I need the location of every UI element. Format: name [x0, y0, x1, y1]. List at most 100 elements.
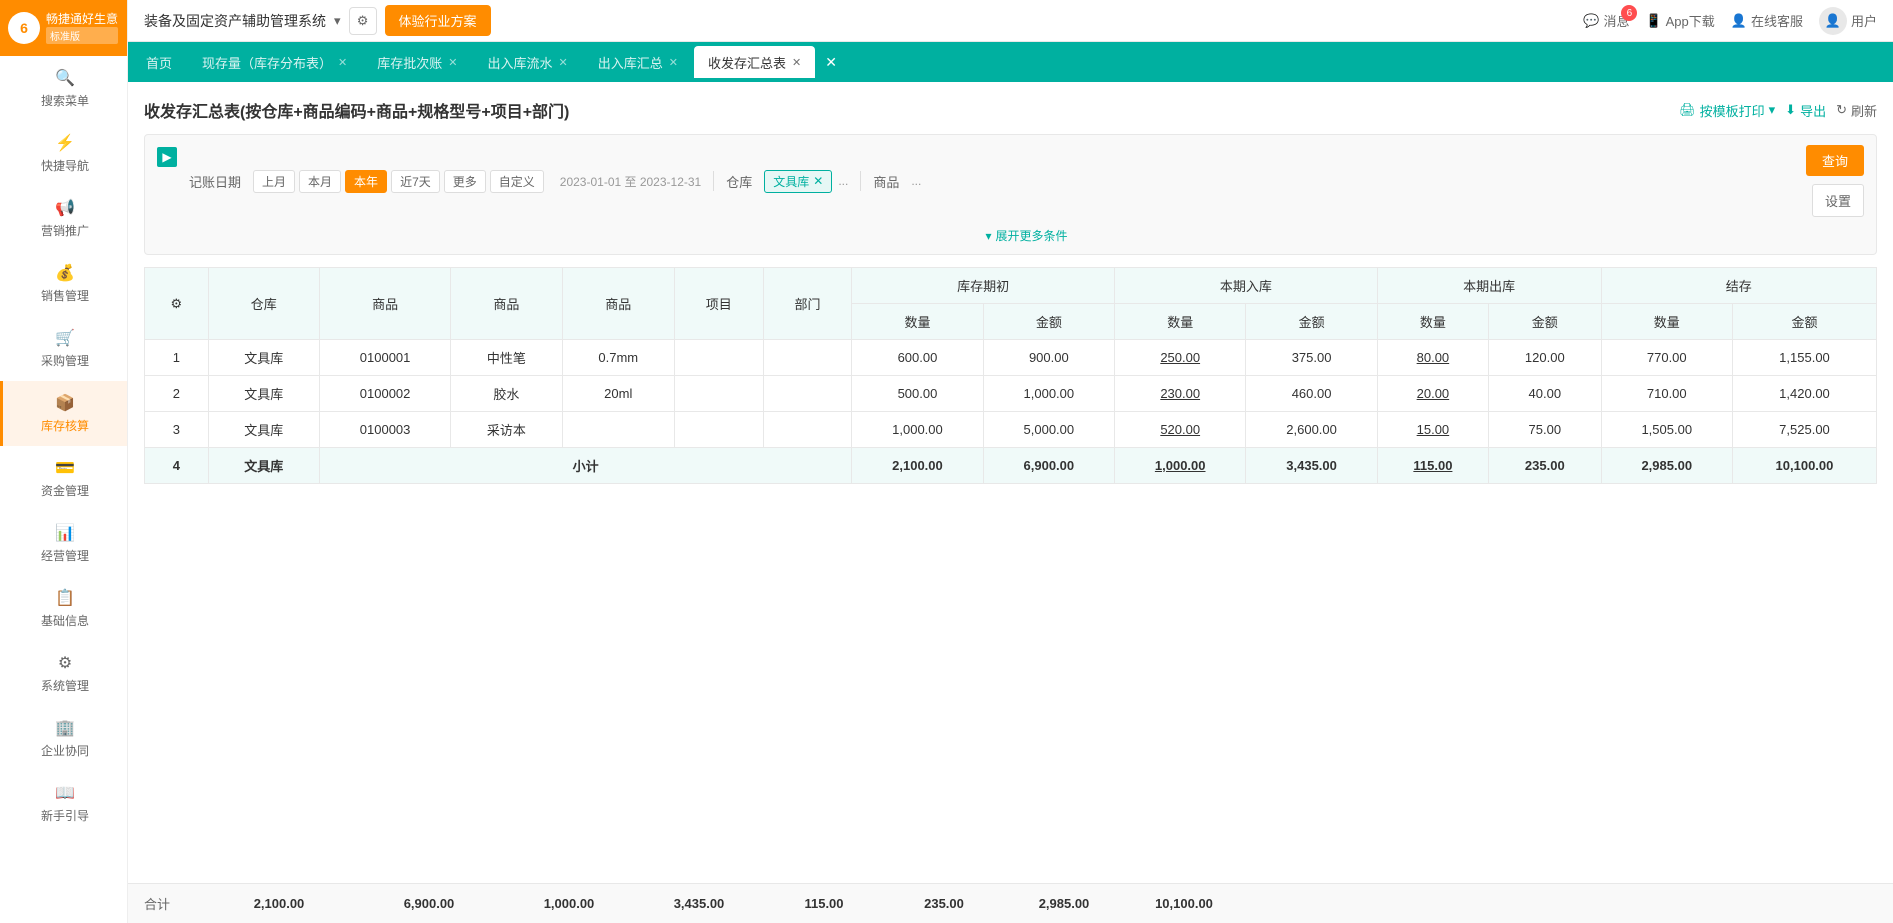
tab-close-icon[interactable]: ✕	[338, 56, 347, 69]
divider2	[860, 171, 861, 191]
message-badge: 6	[1621, 5, 1637, 21]
tab-bar-close-icon[interactable]: ✕	[825, 54, 837, 71]
cell-index: 3	[145, 412, 209, 448]
date-btn-custom[interactable]: 自定义	[490, 170, 544, 193]
tab-inventory-dist[interactable]: 现存量（库存分布表） ✕	[188, 46, 361, 78]
th-in-qty: 数量	[1115, 304, 1246, 340]
sidebar-item-finance[interactable]: 💳 资金管理	[0, 446, 127, 511]
sidebar-item-guide[interactable]: 📖 新手引导	[0, 771, 127, 836]
cell-project	[674, 376, 763, 412]
cell-label: 小计	[319, 448, 851, 484]
cell-in-amt: 2,600.00	[1246, 412, 1377, 448]
sidebar-item-operations[interactable]: 📊 经营管理	[0, 511, 127, 576]
cell-in-amt: 3,435.00	[1246, 448, 1377, 484]
tab-bar: 首页 现存量（库存分布表） ✕ 库存批次账 ✕ 出入库流水 ✕ 出入库汇总 ✕ …	[128, 42, 1893, 82]
app-download-button[interactable]: 📱 App下载	[1645, 11, 1714, 30]
sidebar-item-quick[interactable]: ⚡ 快捷导航	[0, 121, 127, 186]
cell-dept	[763, 412, 852, 448]
subtotal-row: 4 文具库 小计 2,100.00 6,900.00 1,000.00 3,43…	[145, 448, 1877, 484]
warehouse-more[interactable]: ...	[838, 174, 848, 188]
chevron-down-icon: ▾	[1769, 102, 1776, 118]
date-label: 记账日期	[189, 172, 241, 191]
sidebar-item-purchase[interactable]: 🛒 采购管理	[0, 316, 127, 381]
date-btn-last-month[interactable]: 上月	[253, 170, 295, 193]
refresh-button[interactable]: ↻ 刷新	[1836, 101, 1877, 120]
sidebar-item-marketing[interactable]: 📢 营销推广	[0, 186, 127, 251]
message-button[interactable]: 💬 消息 6	[1583, 11, 1629, 30]
cell-closing-qty: 710.00	[1601, 376, 1732, 412]
tab-close-icon[interactable]: ✕	[669, 56, 678, 69]
sidebar-item-label: 采购管理	[41, 352, 89, 369]
search-button[interactable]: 查询	[1806, 145, 1864, 176]
sidebar-item-search[interactable]: 🔍 搜索菜单	[0, 56, 127, 121]
cell-in-qty[interactable]: 250.00	[1115, 340, 1246, 376]
goods-label: 商品	[873, 172, 899, 191]
footer-closing-amt: 10,100.00	[1124, 892, 1244, 915]
cell-name: 胶水	[451, 376, 562, 412]
cell-in-qty[interactable]: 520.00	[1115, 412, 1246, 448]
th-opening: 库存期初	[852, 268, 1115, 304]
cell-code: 0100001	[319, 340, 450, 376]
date-btn-more[interactable]: 更多	[444, 170, 486, 193]
cell-out-qty[interactable]: 80.00	[1377, 340, 1488, 376]
expand-button[interactable]: ▾ 展开更多条件	[985, 227, 1067, 244]
sidebar-item-system[interactable]: ⚙ 系统管理	[0, 641, 127, 706]
th-code: 商品	[319, 268, 450, 340]
cell-out-qty[interactable]: 15.00	[1377, 412, 1488, 448]
cell-warehouse: 文具库	[208, 412, 319, 448]
tab-close-icon[interactable]: ✕	[792, 56, 801, 69]
tag-close-icon[interactable]: ✕	[813, 174, 823, 188]
footer-in-amt: 3,435.00	[634, 892, 764, 915]
th-settings[interactable]: ⚙	[145, 268, 209, 340]
refresh-icon: ↻	[1836, 102, 1847, 118]
sidebar-item-sales[interactable]: 💰 销售管理	[0, 251, 127, 316]
filter-toggle[interactable]: ▶	[157, 147, 177, 167]
footer-out-qty: 115.00	[764, 892, 884, 915]
tab-in-out-flow[interactable]: 出入库流水 ✕	[473, 46, 581, 78]
tab-home[interactable]: 首页	[132, 46, 186, 78]
tab-close-icon[interactable]: ✕	[448, 56, 457, 69]
date-btn-7days[interactable]: 近7天	[391, 170, 440, 193]
warehouse-tag[interactable]: 文具库 ✕	[764, 170, 832, 193]
settings-button[interactable]: ⚙	[349, 7, 377, 35]
cell-in-amt: 460.00	[1246, 376, 1377, 412]
cell-closing-qty: 2,985.00	[1601, 448, 1732, 484]
service-icon: 👤	[1731, 13, 1747, 29]
system-dropdown[interactable]: ▾	[334, 13, 341, 29]
set-button[interactable]: 设置	[1812, 184, 1864, 217]
date-btn-this-year[interactable]: 本年	[345, 170, 387, 193]
goods-more[interactable]: ...	[911, 174, 921, 188]
app-logo: 6 畅捷通好生意 标准版	[0, 0, 127, 56]
sidebar-item-label: 库存核算	[41, 417, 89, 434]
date-btn-this-month[interactable]: 本月	[299, 170, 341, 193]
sidebar-item-enterprise[interactable]: 🏢 企业协同	[0, 706, 127, 771]
download-icon: 📱	[1645, 13, 1661, 29]
tab-in-out-summary[interactable]: 出入库汇总 ✕	[584, 46, 692, 78]
th-dept: 部门	[763, 268, 852, 340]
cell-warehouse: 文具库	[208, 376, 319, 412]
online-service-button[interactable]: 👤 在线客服	[1731, 11, 1803, 30]
export-button[interactable]: ⬇ 导出	[1785, 101, 1826, 120]
sidebar-item-inventory[interactable]: 📦 库存核算	[0, 381, 127, 446]
cell-name: 中性笔	[451, 340, 562, 376]
user-menu[interactable]: 👤 用户	[1819, 7, 1877, 35]
cell-in-qty[interactable]: 230.00	[1115, 376, 1246, 412]
footer-closing-qty: 2,985.00	[1004, 892, 1124, 915]
th-in: 本期入库	[1115, 268, 1378, 304]
tab-recv-send-summary[interactable]: 收发存汇总表 ✕	[694, 46, 815, 78]
cell-out-qty[interactable]: 115.00	[1377, 448, 1488, 484]
print-button[interactable]: 🖨 按模板打印 ▾	[1679, 101, 1775, 120]
sidebar-item-basic[interactable]: 📋 基础信息	[0, 576, 127, 641]
cell-in-qty[interactable]: 1,000.00	[1115, 448, 1246, 484]
cell-closing-qty: 1,505.00	[1601, 412, 1732, 448]
tab-label: 收发存汇总表	[708, 53, 786, 72]
settings-icon: ⚙	[357, 13, 369, 29]
experience-button[interactable]: 体验行业方案	[385, 5, 491, 36]
th-closing-amt: 金额	[1732, 304, 1876, 340]
tab-close-icon[interactable]: ✕	[559, 56, 568, 69]
tab-batch-account[interactable]: 库存批次账 ✕	[363, 46, 471, 78]
cell-out-qty[interactable]: 20.00	[1377, 376, 1488, 412]
cell-opening-qty: 500.00	[852, 376, 983, 412]
logo-icon: 6	[8, 12, 40, 44]
cell-in-amt: 375.00	[1246, 340, 1377, 376]
